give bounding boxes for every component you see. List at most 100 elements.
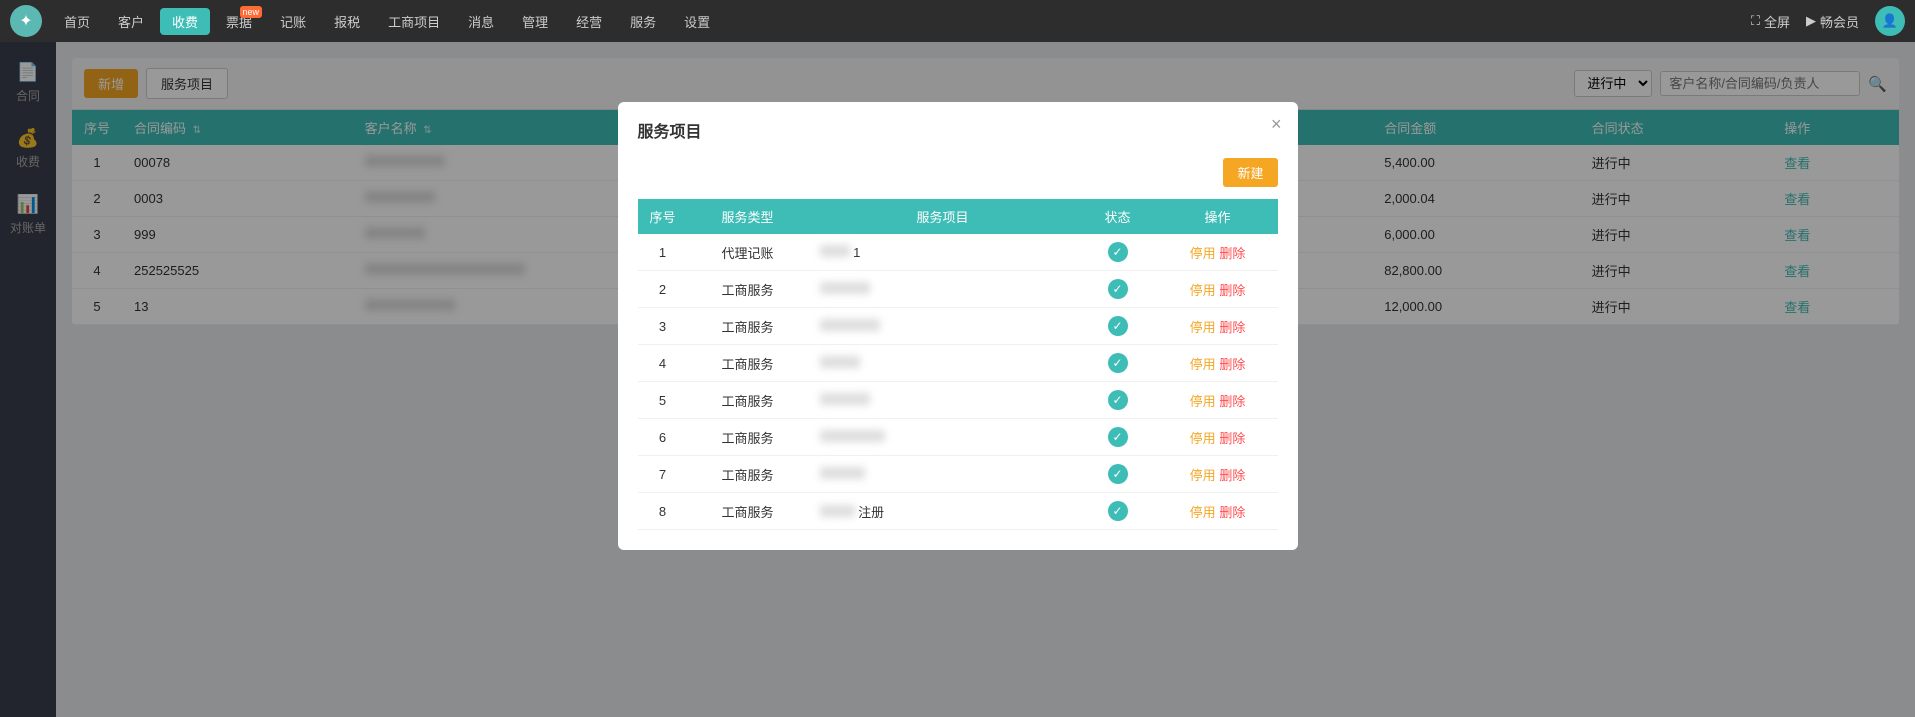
nav-piao[interactable]: 票据 new: [214, 8, 264, 35]
stop-button[interactable]: 停用: [1190, 391, 1216, 410]
modal-cell-op: 停用 删除: [1158, 271, 1278, 308]
status-active-icon: ✓: [1108, 316, 1128, 336]
main-layout: 📄 合同 💰 收费 📊 对账单 新增 服务项目 进行中 全部 已完成: [0, 42, 1915, 717]
stop-button[interactable]: 停用: [1190, 502, 1216, 521]
modal-cell-op: 停用 删除: [1158, 456, 1278, 493]
modal-col-op: 操作: [1158, 199, 1278, 234]
nav-jingying[interactable]: 经营: [564, 8, 614, 35]
modal-cell-item: [808, 382, 1078, 419]
modal-cell-type: 工商服务: [688, 308, 808, 345]
delete-button[interactable]: 删除: [1219, 243, 1245, 262]
modal-col-seq: 序号: [638, 199, 688, 234]
modal-cell-type: 代理记账: [688, 234, 808, 271]
vip-action[interactable]: ▶ 畅会员: [1806, 12, 1859, 31]
nav-baoshui[interactable]: 报税: [322, 8, 372, 35]
modal-cell-item: [808, 345, 1078, 382]
nav-fuwu[interactable]: 服务: [618, 8, 668, 35]
service-table-body: 1 代理记账 1 ✓ 停用 删除: [638, 234, 1278, 530]
modal-cell-status: ✓: [1078, 382, 1158, 419]
modal-cell-type: 工商服务: [688, 271, 808, 308]
modal-cell-op: 停用 删除: [1158, 345, 1278, 382]
modal-cell-op: 停用 删除: [1158, 493, 1278, 530]
modal-cell-op: 停用 删除: [1158, 234, 1278, 271]
service-header-row: 序号 服务类型 服务项目 状态 操作: [638, 199, 1278, 234]
delete-button[interactable]: 删除: [1219, 502, 1245, 521]
modal-cell-type: 工商服务: [688, 345, 808, 382]
modal-new-button[interactable]: 新建: [1223, 158, 1277, 187]
modal-cell-op: 停用 删除: [1158, 382, 1278, 419]
modal-overlay: 服务项目 × 新建 序号 服务类型 服务项目: [56, 42, 1915, 717]
modal-title: 服务项目: [618, 102, 1298, 152]
list-item: 2 工商服务 ✓ 停用 删除: [638, 271, 1278, 308]
nav-client[interactable]: 客户: [106, 8, 156, 35]
list-item: 6 工商服务 ✓ 停用 删除: [638, 419, 1278, 456]
service-table-header: 序号 服务类型 服务项目 状态 操作: [638, 199, 1278, 234]
modal-cell-seq: 1: [638, 234, 688, 271]
status-active-icon: ✓: [1108, 501, 1128, 521]
stop-button[interactable]: 停用: [1190, 465, 1216, 484]
nav-guanli[interactable]: 管理: [510, 8, 560, 35]
delete-button[interactable]: 删除: [1219, 428, 1245, 447]
modal-cell-item: 注册: [808, 493, 1078, 530]
list-item: 1 代理记账 1 ✓ 停用 删除: [638, 234, 1278, 271]
list-item: 5 工商服务 ✓ 停用 删除: [638, 382, 1278, 419]
top-navigation: ✦ 首页 客户 收费 票据 new 记账 报税 工商项目 消息 管理 经营 服务…: [0, 0, 1915, 42]
nav-jizhang[interactable]: 记账: [268, 8, 318, 35]
fullscreen-icon: ⛶: [1751, 13, 1760, 29]
modal-cell-seq: 2: [638, 271, 688, 308]
status-active-icon: ✓: [1108, 353, 1128, 373]
stop-button[interactable]: 停用: [1190, 280, 1216, 299]
nav-shezhi[interactable]: 设置: [672, 8, 722, 35]
status-active-icon: ✓: [1108, 242, 1128, 262]
modal-cell-type: 工商服务: [688, 419, 808, 456]
modal-cell-status: ✓: [1078, 345, 1158, 382]
modal-cell-seq: 6: [638, 419, 688, 456]
modal-cell-status: ✓: [1078, 456, 1158, 493]
stop-button[interactable]: 停用: [1190, 243, 1216, 262]
modal-cell-item: 1: [808, 234, 1078, 271]
modal-cell-type: 工商服务: [688, 493, 808, 530]
new-badge: new: [240, 6, 263, 18]
nav-menu: 首页 客户 收费 票据 new 记账 报税 工商项目 消息 管理 经营 服务 设…: [52, 8, 722, 35]
nav-shoufei[interactable]: 收费: [160, 8, 210, 35]
stop-button[interactable]: 停用: [1190, 317, 1216, 336]
stop-button[interactable]: 停用: [1190, 428, 1216, 447]
list-item: 4 工商服务 ✓ 停用 删除: [638, 345, 1278, 382]
modal-cell-status: ✓: [1078, 419, 1158, 456]
modal-cell-seq: 3: [638, 308, 688, 345]
modal-col-status: 状态: [1078, 199, 1158, 234]
nav-home[interactable]: 首页: [52, 8, 102, 35]
status-active-icon: ✓: [1108, 390, 1128, 410]
modal-toolbar: 新建: [618, 152, 1298, 199]
delete-button[interactable]: 删除: [1219, 317, 1245, 336]
nav-xiaoxi[interactable]: 消息: [456, 8, 506, 35]
modal-body: 序号 服务类型 服务项目 状态 操作 1: [618, 199, 1298, 550]
delete-button[interactable]: 删除: [1219, 280, 1245, 299]
avatar-icon: 👤: [1882, 13, 1898, 29]
fullscreen-action[interactable]: ⛶ 全屏: [1751, 12, 1790, 31]
list-item: 3 工商服务 ✓ 停用 删除: [638, 308, 1278, 345]
modal-cell-seq: 5: [638, 382, 688, 419]
delete-button[interactable]: 删除: [1219, 354, 1245, 373]
delete-button[interactable]: 删除: [1219, 391, 1245, 410]
nav-right-actions: ⛶ 全屏 ▶ 畅会员 👤: [1751, 6, 1905, 36]
service-modal: 服务项目 × 新建 序号 服务类型 服务项目: [618, 102, 1298, 550]
stop-button[interactable]: 停用: [1190, 354, 1216, 373]
nav-gongshang[interactable]: 工商项目: [376, 8, 452, 35]
modal-cell-op: 停用 删除: [1158, 419, 1278, 456]
modal-cell-item: [808, 456, 1078, 493]
status-active-icon: ✓: [1108, 279, 1128, 299]
modal-close-button[interactable]: ×: [1271, 114, 1282, 135]
modal-cell-seq: 4: [638, 345, 688, 382]
content-area: 新增 服务项目 进行中 全部 已完成 已终止 🔍 序号: [56, 42, 1915, 717]
vip-icon: ▶: [1806, 13, 1816, 29]
modal-cell-item: [808, 419, 1078, 456]
modal-cell-type: 工商服务: [688, 456, 808, 493]
list-item: 7 工商服务 ✓ 停用 删除: [638, 456, 1278, 493]
service-table: 序号 服务类型 服务项目 状态 操作 1: [638, 199, 1278, 530]
modal-cell-op: 停用 删除: [1158, 308, 1278, 345]
user-avatar[interactable]: 👤: [1875, 6, 1905, 36]
modal-cell-status: ✓: [1078, 271, 1158, 308]
delete-button[interactable]: 删除: [1219, 465, 1245, 484]
modal-col-item: 服务项目: [808, 199, 1078, 234]
